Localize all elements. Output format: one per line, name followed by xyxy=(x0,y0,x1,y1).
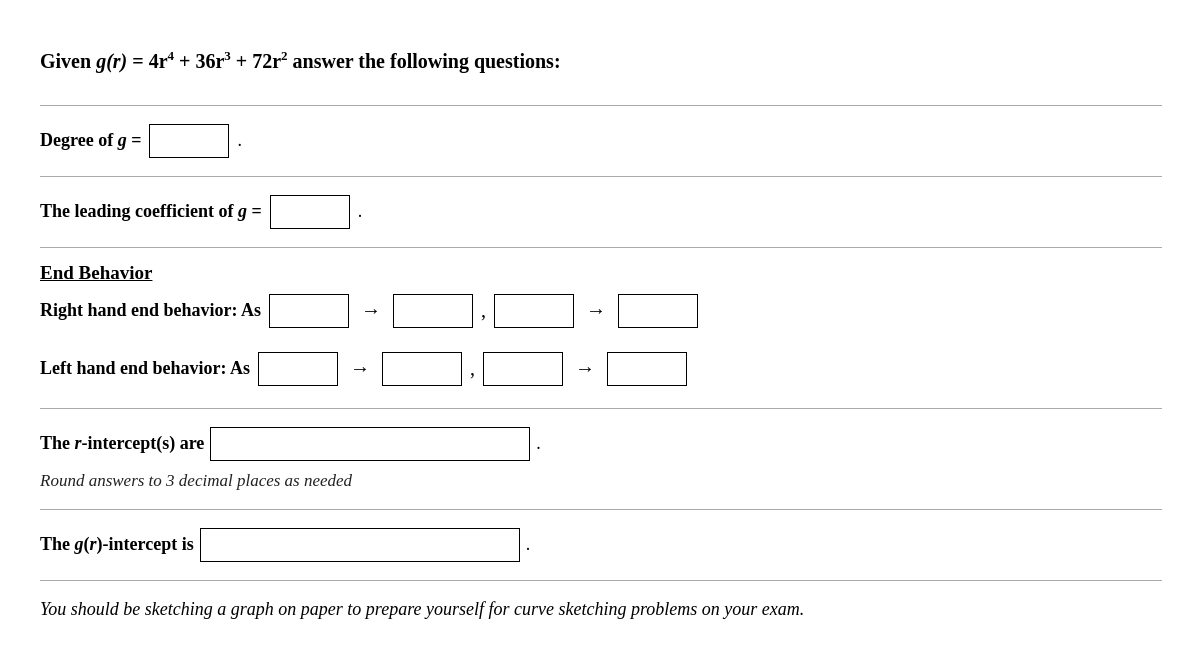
left-label: Left hand end behavior: As xyxy=(40,358,250,379)
degree-input[interactable] xyxy=(149,124,229,158)
right-result1-input[interactable] xyxy=(393,294,473,328)
left-arrow-1: → xyxy=(350,357,370,380)
given-term2: + 36r xyxy=(179,50,224,72)
given-func: g(r) xyxy=(96,50,127,72)
r-intercept-label-prefix: The r-intercept(s) are xyxy=(40,427,204,459)
r-intercept-input[interactable] xyxy=(210,427,530,461)
footer-text: You should be sketching a graph on paper… xyxy=(40,599,1162,620)
r-intercept-period: . xyxy=(536,427,541,459)
exp-4: 4 xyxy=(168,48,175,63)
end-behavior-title: End Behavior xyxy=(40,262,1162,284)
left-result2-input[interactable] xyxy=(607,352,687,386)
leading-label: The leading coefficient of g = xyxy=(40,201,262,222)
leading-period: . xyxy=(358,201,363,222)
right-label: Right hand end behavior: As xyxy=(40,300,261,321)
exp-3: 3 xyxy=(224,48,231,63)
left-arrow-2: → xyxy=(575,357,595,380)
given-term3: + 72r xyxy=(236,50,281,72)
g-intercept-period: . xyxy=(526,528,531,560)
left-as-input[interactable] xyxy=(258,352,338,386)
degree-label: Degree of g = xyxy=(40,130,141,151)
g-intercept-input[interactable] xyxy=(200,528,520,562)
right-g-input[interactable] xyxy=(494,294,574,328)
g-intercept-label: The g(r)-intercept is xyxy=(40,528,194,560)
exp-2: 2 xyxy=(281,48,288,63)
left-comma: , xyxy=(470,357,475,380)
right-result2-input[interactable] xyxy=(618,294,698,328)
r-intercept-note: Round answers to 3 decimal places as nee… xyxy=(40,471,1162,491)
given-prefix: Given xyxy=(40,50,96,72)
given-equals: = 4r xyxy=(132,50,167,72)
right-arrow-1: → xyxy=(361,299,381,322)
right-arrow-2: → xyxy=(586,299,606,322)
left-g-input[interactable] xyxy=(483,352,563,386)
left-result1-input[interactable] xyxy=(382,352,462,386)
right-as-input[interactable] xyxy=(269,294,349,328)
given-suffix: answer the following questions: xyxy=(293,50,561,72)
leading-input[interactable] xyxy=(270,195,350,229)
right-comma: , xyxy=(481,299,486,322)
degree-period: . xyxy=(237,130,242,151)
